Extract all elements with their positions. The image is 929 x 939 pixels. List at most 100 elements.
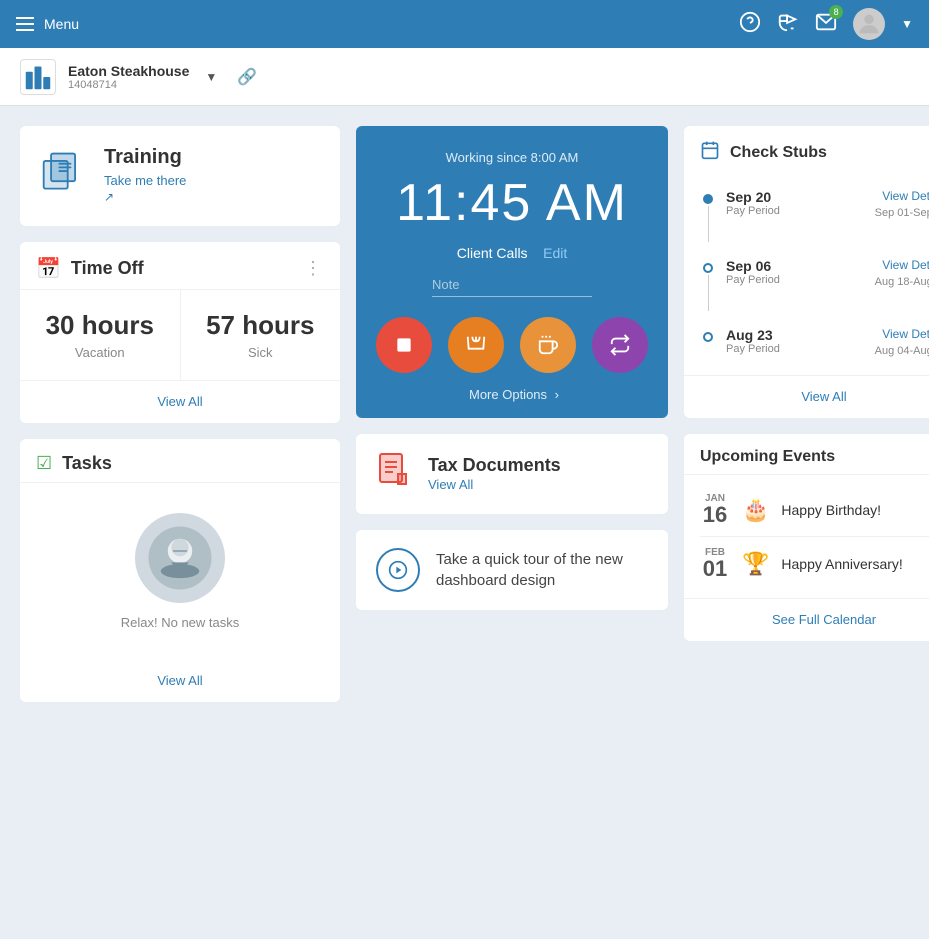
tasks-empty-state: Relax! No new tasks [20,483,340,660]
event-item-1: JAN 16 🎂 Happy Birthday! [700,483,929,537]
checkstubs-viewall-link[interactable]: View All [801,389,846,404]
training-card: Training Take me there ↗ [20,126,340,226]
vacation-label: Vacation [30,345,170,360]
stub-link-3[interactable]: View Details [875,327,929,341]
right-column: Check Stubs ⋮ Sep 20 Pay Period [684,126,929,702]
company-info: Eaton Steakhouse 14048714 [68,63,189,91]
menu-label[interactable]: Menu [44,16,79,32]
timeoff-calendar-icon: 📅 [36,256,61,281]
event-day-1: 16 [700,504,730,526]
stub-period-label-1: Pay Period [726,205,780,217]
upcoming-events-card: Upcoming Events JAN 16 🎂 Happy Birthday!… [684,434,929,641]
timeoff-viewall-link[interactable]: View All [157,394,202,409]
stub-right-2: View Details Aug 18-Aug 31 [875,258,929,290]
mail-badge: 8 [829,5,843,19]
see-full-calendar-link[interactable]: See Full Calendar [772,612,876,627]
avatar-dropdown-icon[interactable]: ▼ [901,17,913,31]
check-icon: ☑ [36,453,52,474]
stub-timeline-2 [700,258,716,311]
company-link-icon[interactable]: 🔗 [237,67,257,87]
stub-dot-1 [703,194,713,204]
clock-note-input[interactable] [432,273,592,297]
training-title: Training [104,146,186,169]
tasks-title: Tasks [62,453,112,474]
timeoff-card: 📅 Time Off ⋮ 30 hours Vacation 57 hours … [20,242,340,423]
event-item-2: FEB 01 🏆 Happy Anniversary! [700,537,929,590]
stub-period-label-3: Pay Period [726,343,780,355]
nav-left: Menu [16,16,79,32]
company-id: 14048714 [68,79,189,91]
stub-line-2 [708,275,709,311]
help-icon[interactable] [739,11,761,38]
events-title: Upcoming Events [700,448,835,465]
birthday-icon: 🎂 [742,497,769,523]
event-text-1: Happy Birthday! [781,502,881,518]
timeoff-header-left: 📅 Time Off [36,256,144,281]
stub-timeline-1 [700,189,716,242]
clock-action-buttons [376,317,648,373]
vacation-hours: 30 hours [30,310,170,341]
clock-card: Working since 8:00 AM 11:45 AM Client Ca… [356,126,668,418]
tour-card: Take a quick tour of the new dashboard d… [356,530,668,610]
stub-period-2: Aug 18-Aug 31 [875,276,929,288]
left-column: Training Take me there ↗ 📅 Time Off ⋮ 30… [20,126,340,702]
anniversary-icon: 🏆 [742,551,769,577]
clock-note [376,273,648,297]
megaphone-icon[interactable] [777,11,799,38]
stub-period-1: Sep 01-Sep 14 [875,207,929,219]
stub-date-1: Sep 20 [726,189,780,205]
events-footer: See Full Calendar [684,598,929,641]
timeoff-stats: 30 hours Vacation 57 hours Sick [20,290,340,381]
sick-hours: 57 hours [191,310,331,341]
stub-right-3: View Details Aug 04-Aug 17 [875,327,929,359]
stub-line-1 [708,206,709,242]
stub-info-2: Sep 06 Pay Period [726,258,780,290]
tax-documents-card: Tax Documents View All [356,434,668,514]
tour-play-icon[interactable] [376,548,420,592]
stub-link-2[interactable]: View Details [875,258,929,272]
clock-edit-link[interactable]: Edit [543,245,567,261]
vacation-stat: 30 hours Vacation [20,290,181,380]
user-avatar[interactable] [853,8,885,40]
stub-dot-3 [703,332,713,342]
timeoff-viewall: View All [20,381,340,423]
stub-date-2: Sep 06 [726,258,780,274]
training-text: Training Take me there ↗ [104,146,186,206]
stub-link-1[interactable]: View Details [875,189,929,203]
middle-column: Working since 8:00 AM 11:45 AM Client Ca… [356,126,668,702]
check-stubs-card: Check Stubs ⋮ Sep 20 Pay Period [684,126,929,418]
clock-stop-button[interactable] [376,317,432,373]
tax-viewall-link[interactable]: View All [428,477,473,492]
timeoff-menu-icon[interactable]: ⋮ [304,258,324,279]
clock-break-button[interactable] [520,317,576,373]
clock-subtitle: Working since 8:00 AM [376,150,648,165]
stub-date-3: Aug 23 [726,327,780,343]
clock-switch-button[interactable] [592,317,648,373]
mail-icon[interactable]: 8 [815,11,837,38]
stub-timeline-3 [700,327,716,342]
clock-activity-name: Client Calls [457,245,528,261]
tasks-empty-image [135,513,225,603]
company-dropdown-arrow[interactable]: ▼ [205,70,217,84]
training-icon [40,148,88,205]
company-logo [20,59,56,95]
tasks-header: ☑ Tasks [20,439,340,483]
event-text-2: Happy Anniversary! [781,556,902,572]
events-header: Upcoming Events [684,434,929,475]
stub-item-1: Sep 20 Pay Period View Details Sep 01-Se… [700,181,929,250]
stub-content-2: Sep 06 Pay Period View Details Aug 18-Au… [726,258,929,290]
external-link-icon: ↗ [104,190,114,204]
company-bar: Eaton Steakhouse 14048714 ▼ 🔗 [0,48,929,106]
top-navigation: Menu 8 ▼ [0,0,929,48]
event-date-2: FEB 01 [700,547,730,580]
clock-time: 11:45 AM [376,173,648,233]
clock-lunch-button[interactable] [448,317,504,373]
sick-stat: 57 hours Sick [181,290,341,380]
tasks-viewall-link[interactable]: View All [157,673,202,688]
checkstubs-viewall: View All [684,375,929,418]
menu-icon[interactable] [16,17,34,31]
more-options[interactable]: More Options › [376,387,648,402]
tour-text[interactable]: Take a quick tour of the new dashboard d… [436,549,648,591]
stub-dot-2 [703,263,713,273]
training-link[interactable]: Take me there [104,173,186,188]
